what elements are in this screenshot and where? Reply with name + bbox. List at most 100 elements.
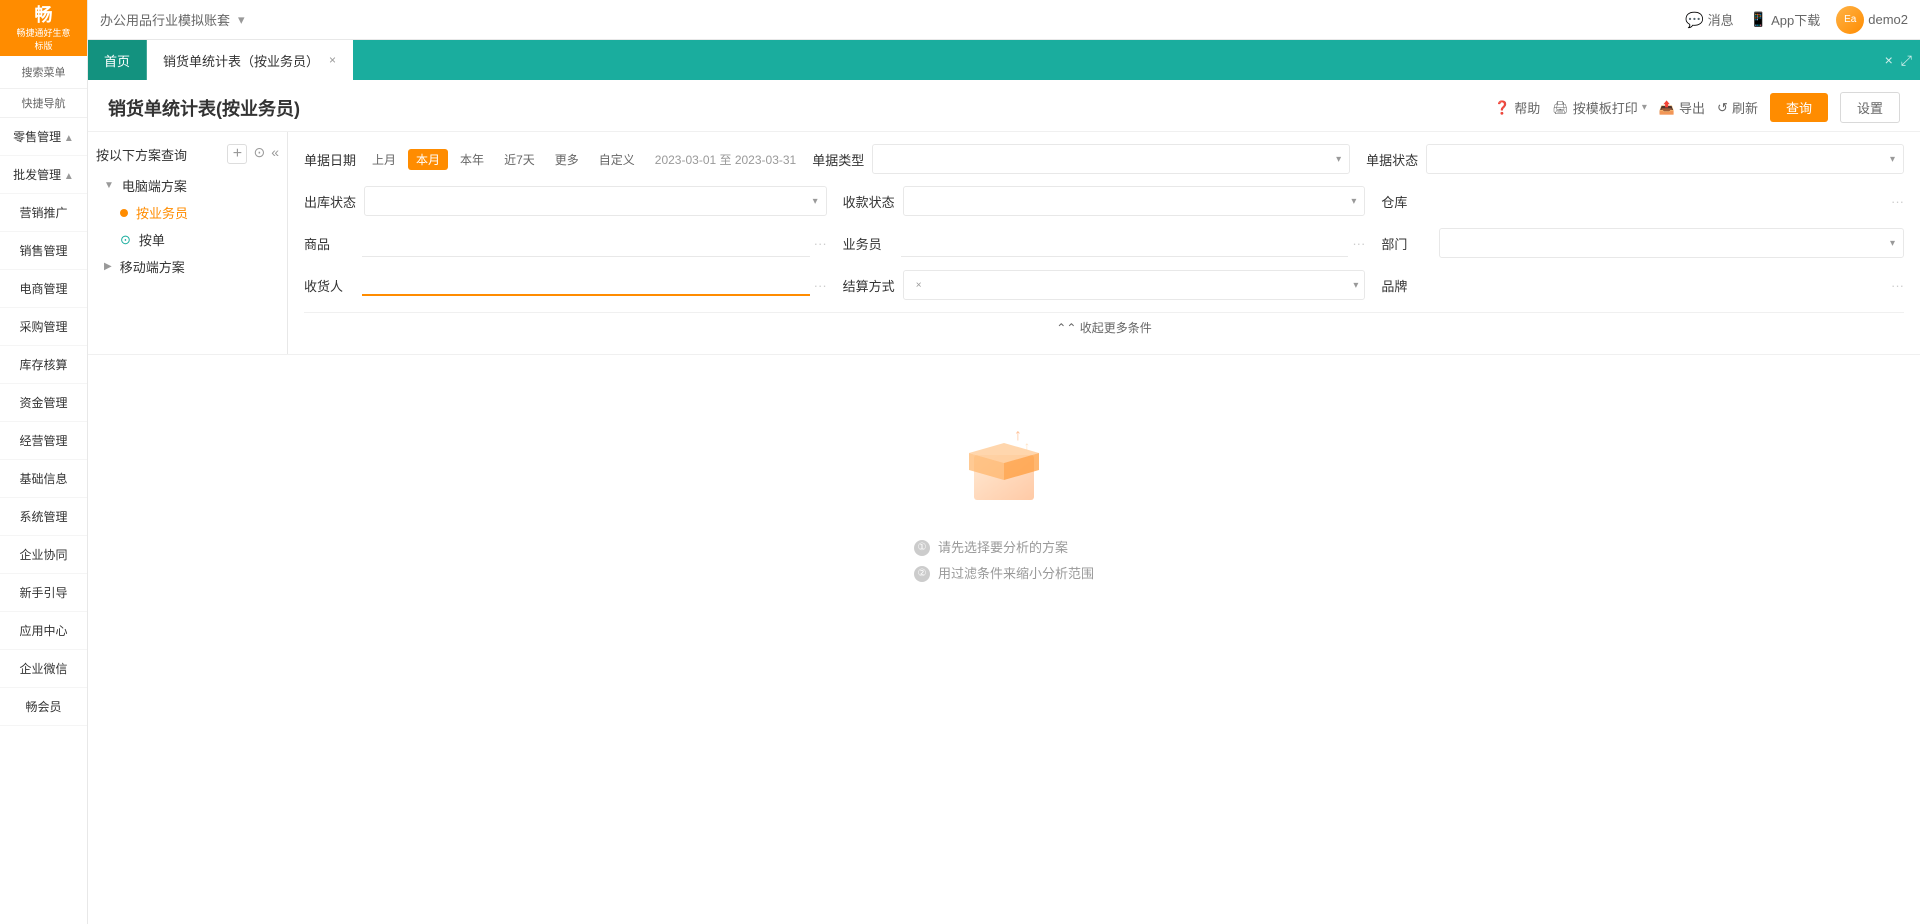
query-btn[interactable]: 查询 xyxy=(1770,93,1828,122)
sidebar-item-12[interactable]: 新手引导 xyxy=(0,574,87,612)
sidebar-item-0[interactable]: 零售管理 ▲ xyxy=(0,118,87,156)
refresh-btn[interactable]: ↺ 刷新 xyxy=(1717,98,1758,117)
department-select[interactable]: ▾ xyxy=(1439,228,1904,258)
tree-mobile-expand-icon: ▶ xyxy=(104,261,112,272)
sidebar-item-6[interactable]: 库存核算 xyxy=(0,346,87,384)
collapse-icon: ⌃⌃ xyxy=(1056,321,1079,335)
filter-brand-item: 品牌 ··· xyxy=(1381,276,1904,295)
ship-dropdown-icon: ▾ xyxy=(813,196,818,207)
tree-expand-icon: ▼ xyxy=(104,180,114,191)
sidebar-quick-nav[interactable]: 快捷导航 xyxy=(0,89,87,118)
tree-group-mobile[interactable]: ▶ 移动端方案 xyxy=(96,253,279,280)
sidebar-item-14[interactable]: 企业微信 xyxy=(0,650,87,688)
sidebar-item-5[interactable]: 采购管理 xyxy=(0,308,87,346)
refresh-icon: ↺ xyxy=(1717,100,1728,116)
ship-status-select[interactable]: ▾ xyxy=(364,186,827,216)
date-btn-custom[interactable]: 自定义 xyxy=(591,149,643,170)
page: 销货单统计表(按业务员) ❓ 帮助 🖨 按模板打印 ▾ 📤 导出 xyxy=(88,80,1920,924)
sidebar: 畅 畅捷通好生意 标版 搜索菜单 快捷导航 零售管理 ▲批发管理 ▲营销推广销售… xyxy=(0,0,88,924)
account-dropdown-icon[interactable]: ▾ xyxy=(238,12,245,28)
sidebar-item-11[interactable]: 企业协同 xyxy=(0,536,87,574)
doc-type-select[interactable]: ▾ xyxy=(872,144,1350,174)
filter-doc-type-item: 单据类型 ▾ xyxy=(812,144,1350,174)
filter-row-2: 出库状态 ▾ 收款状态 ▾ xyxy=(304,186,1904,216)
empty-icon: ↑ ↑ xyxy=(954,415,1054,515)
filter-date-item: 单据日期 上月 本月 本年 近7天 更多 自定义 2023-03-01 至 20… xyxy=(304,149,796,170)
department-dropdown-icon: ▾ xyxy=(1890,238,1895,249)
message-icon: 💬 xyxy=(1685,11,1704,29)
collapse-filters-btn[interactable]: ⌃⌃ 收起更多条件 xyxy=(304,312,1904,342)
tab-close-all-btn[interactable]: × xyxy=(1885,52,1893,68)
filter-product-item: 商品 ··· xyxy=(304,229,827,257)
salesperson-more-btn[interactable]: ··· xyxy=(1352,236,1365,251)
collapse-panel-btn[interactable]: « xyxy=(271,144,279,164)
left-panel-icons: + ⊙ « xyxy=(227,144,279,164)
empty-tip-2: ② 用过滤条件来缩小分析范围 xyxy=(914,561,1094,587)
empty-box-svg: ↑ ↑ xyxy=(954,415,1054,515)
sidebar-item-13[interactable]: 应用中心 xyxy=(0,612,87,650)
print-icon: 🖨 xyxy=(1552,100,1569,116)
sidebar-item-3[interactable]: 销售管理 xyxy=(0,232,87,270)
tree-sub-icon: ⊙ xyxy=(120,232,131,248)
copy-scheme-btn[interactable]: ⊙ xyxy=(253,144,265,164)
settlement-dropdown-icon[interactable]: ▾ xyxy=(1353,280,1358,291)
sidebar-item-9[interactable]: 基础信息 xyxy=(0,460,87,498)
page-actions: ❓ 帮助 🖨 按模板打印 ▾ 📤 导出 ↺ 刷新 xyxy=(1494,92,1900,123)
sidebar-item-8[interactable]: 经营管理 xyxy=(0,422,87,460)
tab-home[interactable]: 首页 xyxy=(88,40,147,80)
page-title: 销货单统计表(按业务员) xyxy=(108,95,300,121)
date-btn-this-month[interactable]: 本月 xyxy=(408,149,448,170)
empty-tip-1: ① 请先选择要分析的方案 xyxy=(914,535,1094,561)
tab-bar: 首页 销货单统计表（按业务员） × × ⤢ xyxy=(88,40,1920,80)
settings-btn[interactable]: 设置 xyxy=(1840,92,1900,123)
date-btn-7days[interactable]: 近7天 xyxy=(496,149,543,170)
date-btn-more[interactable]: 更多 xyxy=(547,149,587,170)
settlement-tag-close-btn[interactable]: × xyxy=(916,280,922,291)
product-more-btn[interactable]: ··· xyxy=(814,236,827,251)
sidebar-item-2[interactable]: 营销推广 xyxy=(0,194,87,232)
tip-num-2: ② xyxy=(914,566,930,582)
sidebar-item-15[interactable]: 畅会员 xyxy=(0,688,87,726)
app-download-btn[interactable]: 📱 App下载 xyxy=(1750,10,1821,29)
warehouse-more-btn[interactable]: ··· xyxy=(1891,194,1904,209)
tree-item-by-salesperson[interactable]: 按业务员 xyxy=(112,199,279,226)
export-btn[interactable]: 📤 导出 xyxy=(1659,98,1705,117)
filter-warehouse-item: 仓库 ··· xyxy=(1381,192,1904,211)
tab-current-report[interactable]: 销货单统计表（按业务员） × xyxy=(147,40,353,80)
user-menu[interactable]: Ea demo2 xyxy=(1836,6,1908,34)
print-btn[interactable]: 🖨 按模板打印 ▾ xyxy=(1552,98,1647,117)
date-btn-last-month[interactable]: 上月 xyxy=(364,149,404,170)
sidebar-item-10[interactable]: 系统管理 xyxy=(0,498,87,536)
doc-status-select[interactable]: ▾ xyxy=(1426,144,1904,174)
brand-more-btn[interactable]: ··· xyxy=(1891,278,1904,293)
filter-payment-status-item: 收款状态 ▾ xyxy=(843,186,1366,216)
message-btn[interactable]: 💬 消息 xyxy=(1685,10,1734,29)
active-indicator xyxy=(120,209,128,217)
tab-close-btn[interactable]: × xyxy=(329,53,336,67)
filter-row-3: 商品 ··· 业务员 ··· xyxy=(304,228,1904,258)
tree-group-desktop: ▼ 电脑端方案 xyxy=(96,172,279,199)
sidebar-item-7[interactable]: 资金管理 xyxy=(0,384,87,422)
filter-ship-status-item: 出库状态 ▾ xyxy=(304,186,827,216)
date-btn-this-year[interactable]: 本年 xyxy=(452,149,492,170)
avatar: Ea xyxy=(1836,6,1864,34)
settlement-tag: × xyxy=(910,278,928,293)
date-quick-btns: 上月 本月 本年 近7天 更多 自定义 xyxy=(364,149,643,170)
tree-sub-desktop: 按业务员 ⊙ 按单 xyxy=(112,199,279,253)
sidebar-item-1[interactable]: 批发管理 ▲ xyxy=(0,156,87,194)
recipient-more-btn[interactable]: ··· xyxy=(814,278,827,293)
add-scheme-btn[interactable]: + xyxy=(227,144,247,164)
payment-dropdown-icon: ▾ xyxy=(1351,196,1356,207)
sidebar-item-4[interactable]: 电商管理 xyxy=(0,270,87,308)
empty-tips: ① 请先选择要分析的方案 ② 用过滤条件来缩小分析范围 xyxy=(914,535,1094,587)
help-btn[interactable]: ❓ 帮助 xyxy=(1494,98,1540,117)
empty-state: ↑ ↑ ① 请先选择要分析的方案 ② 用过滤条件来缩小分析范围 xyxy=(88,355,1920,647)
app-logo: 畅 畅捷通好生意 标版 xyxy=(0,0,87,56)
payment-status-select[interactable]: ▾ xyxy=(903,186,1366,216)
help-icon: ❓ xyxy=(1494,100,1510,116)
recipient-input[interactable] xyxy=(362,275,810,296)
sidebar-search-menu[interactable]: 搜索菜单 xyxy=(0,56,87,89)
tip-num-1: ① xyxy=(914,540,930,556)
tree-item-by-order[interactable]: ⊙ 按单 xyxy=(112,226,279,253)
tab-maximize-btn[interactable]: ⤢ xyxy=(1901,52,1912,69)
